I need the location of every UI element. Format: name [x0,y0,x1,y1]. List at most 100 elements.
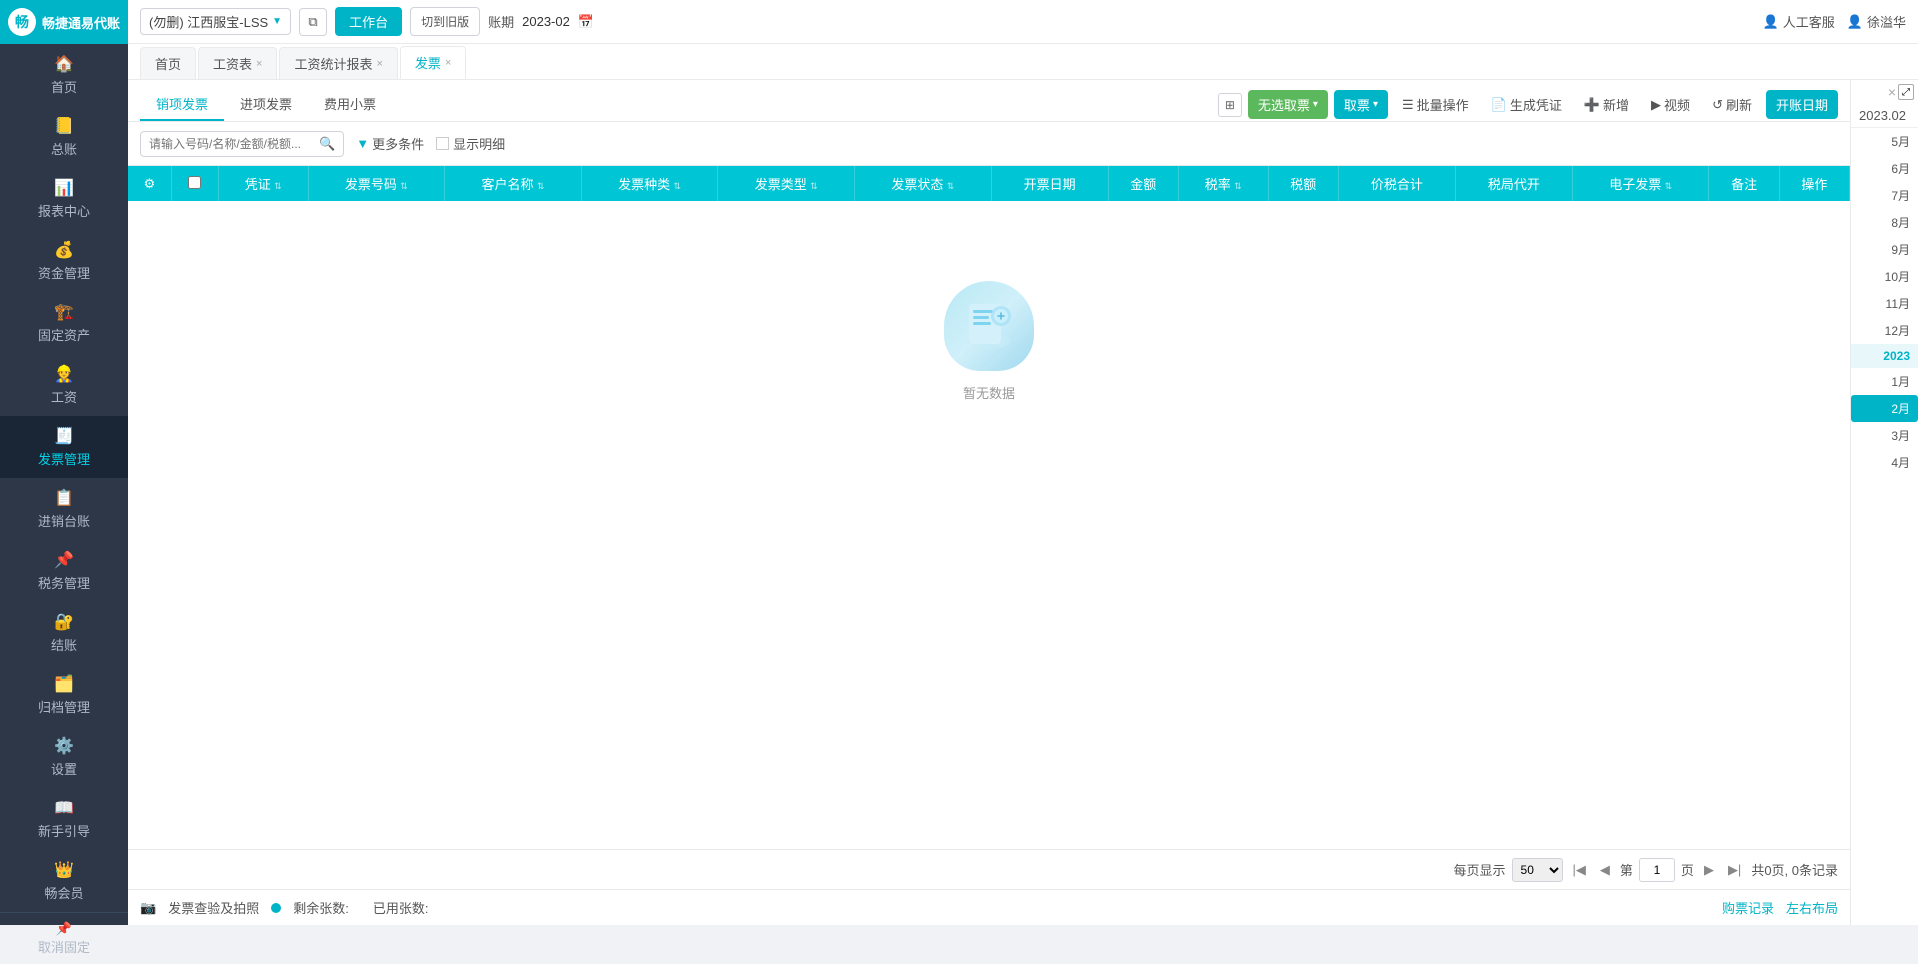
sidebar-item-asset[interactable]: 🏗️ 固定资产 [0,292,128,354]
period-panel-expand-btn[interactable]: ⤢ [1898,84,1914,100]
refresh-button[interactable]: ↺ 刷新 [1704,90,1760,119]
col-checkbox[interactable] [171,166,218,201]
show-detail-checkbox[interactable] [436,137,449,150]
sidebar-item-archive[interactable]: 🗂️ 归档管理 [0,664,128,726]
first-page-btn[interactable]: |◀ [1569,860,1590,880]
period-calendar-icon[interactable]: 📅 [578,14,594,30]
layout-link[interactable]: 左右布局 [1786,898,1838,917]
tab-invoice-close[interactable]: × [445,57,451,69]
period-item-4[interactable]: 4月 [1851,449,1918,476]
sidebar-item-sales[interactable]: 📋 进销台账 [0,478,128,540]
sub-tab-purchase-invoice[interactable]: 进项发票 [224,88,308,121]
remaining-label: 剩余张数: [293,898,349,917]
period-item-5[interactable]: 5月 [1851,128,1918,155]
prev-page-btn[interactable]: ◀ [1596,860,1614,880]
period-item-7[interactable]: 7月 [1851,182,1918,209]
company-selector[interactable]: (勿删) 江西服宝-LSS ▼ [140,8,291,35]
sidebar-item-ledger[interactable]: 📒 总账 [0,106,128,168]
period-item-12[interactable]: 12月 [1851,317,1918,344]
period-item-11[interactable]: 11月 [1851,290,1918,317]
grid-view-icon[interactable]: ⊞ [1218,93,1242,117]
col-invoice-status[interactable]: 发票状态 ⇅ [855,166,992,201]
select-all-checkbox[interactable] [188,176,201,189]
sidebar-logo[interactable]: 畅 畅捷通易代账 [0,0,128,44]
col-remark[interactable]: 备注 [1709,166,1779,201]
sidebar-item-member[interactable]: 👑 畅会员 [0,850,128,912]
switch-version-button[interactable]: 切到旧版 [410,7,480,36]
col-invoice-no[interactable]: 发票号码 ⇅ [308,166,445,201]
service-label: 人工客服 [1783,12,1835,31]
invoice-panel: 销项发票 进项发票 费用小票 ⊞ 无选取票 ▾ 取票 ▾ [128,80,1850,925]
period-item-8[interactable]: 8月 [1851,209,1918,236]
gen-voucher-label: 生成凭证 [1510,95,1562,114]
gen-voucher-button[interactable]: 📄 生成凭证 [1483,90,1570,119]
next-page-btn[interactable]: ▶ [1700,860,1718,880]
period-item-6[interactable]: 6月 [1851,155,1918,182]
period-item-3[interactable]: 3月 [1851,422,1918,449]
show-detail-toggle[interactable]: 显示明细 [436,134,505,153]
page-number-input[interactable] [1639,858,1675,882]
col-amount[interactable]: 金额 [1108,166,1178,201]
period-item-1[interactable]: 1月 [1851,368,1918,395]
sidebar-item-settings[interactable]: ⚙️ 设置 [0,726,128,788]
period-item-9[interactable]: 9月 [1851,236,1918,263]
col-invoice-type[interactable]: 发票种类 ⇅ [581,166,718,201]
col-e-invoice[interactable]: 电子发票 ⇅ [1572,166,1709,201]
sidebar-item-guide[interactable]: 📖 新手引导 [0,788,128,850]
tab-salary-stats-close[interactable]: × [376,58,382,70]
no-ticket-button[interactable]: 无选取票 ▾ [1248,90,1328,119]
header-right: 👤 人工客服 👤 徐溢华 [1763,12,1906,31]
search-input[interactable] [149,137,319,151]
invoice-icon: 🧾 [54,426,74,446]
copy-button[interactable]: ⧉ [299,8,327,36]
tab-home[interactable]: 首页 [140,47,196,79]
user-menu[interactable]: 👤 徐溢华 [1847,12,1906,31]
period-item-2[interactable]: 2月 [1851,395,1918,422]
last-page-btn[interactable]: ▶| [1724,860,1745,880]
period-year-header-2023-02: 2023.02 [1851,104,1918,128]
sidebar-item-fund[interactable]: 💰 资金管理 [0,230,128,292]
col-settings[interactable]: ⚙ [128,166,171,201]
open-period-button[interactable]: 开账日期 [1766,90,1838,119]
sub-tab-sales-invoice[interactable]: 销项发票 [140,88,224,121]
video-button[interactable]: ▶ 视频 [1643,90,1698,119]
ticket-button[interactable]: 取票 ▾ [1334,90,1388,119]
add-record-link[interactable]: 购票记录 [1722,898,1774,917]
period-panel-close-area: × ⤢ [1851,80,1918,104]
empty-state-icon [944,281,1034,371]
batch-op-button[interactable]: ☰ 批量操作 [1394,90,1477,119]
sidebar-item-report[interactable]: 📊 报表中心 [0,168,128,230]
sidebar-item-label: 结账 [51,635,77,654]
col-open-date[interactable]: 开票日期 [991,166,1108,201]
period-item-10[interactable]: 10月 [1851,263,1918,290]
col-tax-code[interactable]: 税局代开 [1455,166,1572,201]
per-page-select[interactable]: 20 50 100 [1512,858,1563,882]
col-action[interactable]: 操作 [1779,166,1849,201]
tab-salary-table-close[interactable]: × [256,58,262,70]
workbench-button[interactable]: 工作台 [335,7,402,36]
sidebar-item-tax[interactable]: 📌 税务管理 [0,540,128,602]
col-tax-total[interactable]: 价税合计 [1338,166,1455,201]
sidebar-item-home[interactable]: 🏠 首页 [0,44,128,106]
sidebar-item-salary[interactable]: 👷 工资 [0,354,128,416]
user-name: 徐溢华 [1867,12,1906,31]
sidebar-item-invoice[interactable]: 🧾 发票管理 [0,416,128,478]
col-tax-amount[interactable]: 税额 [1268,166,1338,201]
col-tax-rate[interactable]: 税率 ⇅ [1178,166,1268,201]
customer-service-btn[interactable]: 👤 人工客服 [1763,12,1835,31]
sub-tab-fee-receipt[interactable]: 费用小票 [308,88,392,121]
filter-button[interactable]: ▼ 更多条件 [350,130,430,157]
period-panel-close-btn[interactable]: × [1888,84,1896,100]
sidebar-bottom-pin[interactable]: 📌 取消固定 [0,912,128,964]
tab-salary-stats[interactable]: 工资统计报表 × [279,47,397,79]
search-box[interactable]: 🔍 [140,131,344,157]
tab-invoice[interactable]: 发票 × [400,46,466,79]
search-icon[interactable]: 🔍 [319,136,335,152]
new-button[interactable]: ➕ 新增 [1576,90,1637,119]
col-invoice-category[interactable]: 发票类型 ⇅ [718,166,855,201]
col-voucher[interactable]: 凭证 ⇅ [218,166,308,201]
sidebar-item-close[interactable]: 🔐 结账 [0,602,128,664]
tab-salary-table[interactable]: 工资表 × [198,47,277,79]
col-customer[interactable]: 客户名称 ⇅ [445,166,582,201]
e-invoice-sort-icon: ⇅ [1665,181,1673,191]
